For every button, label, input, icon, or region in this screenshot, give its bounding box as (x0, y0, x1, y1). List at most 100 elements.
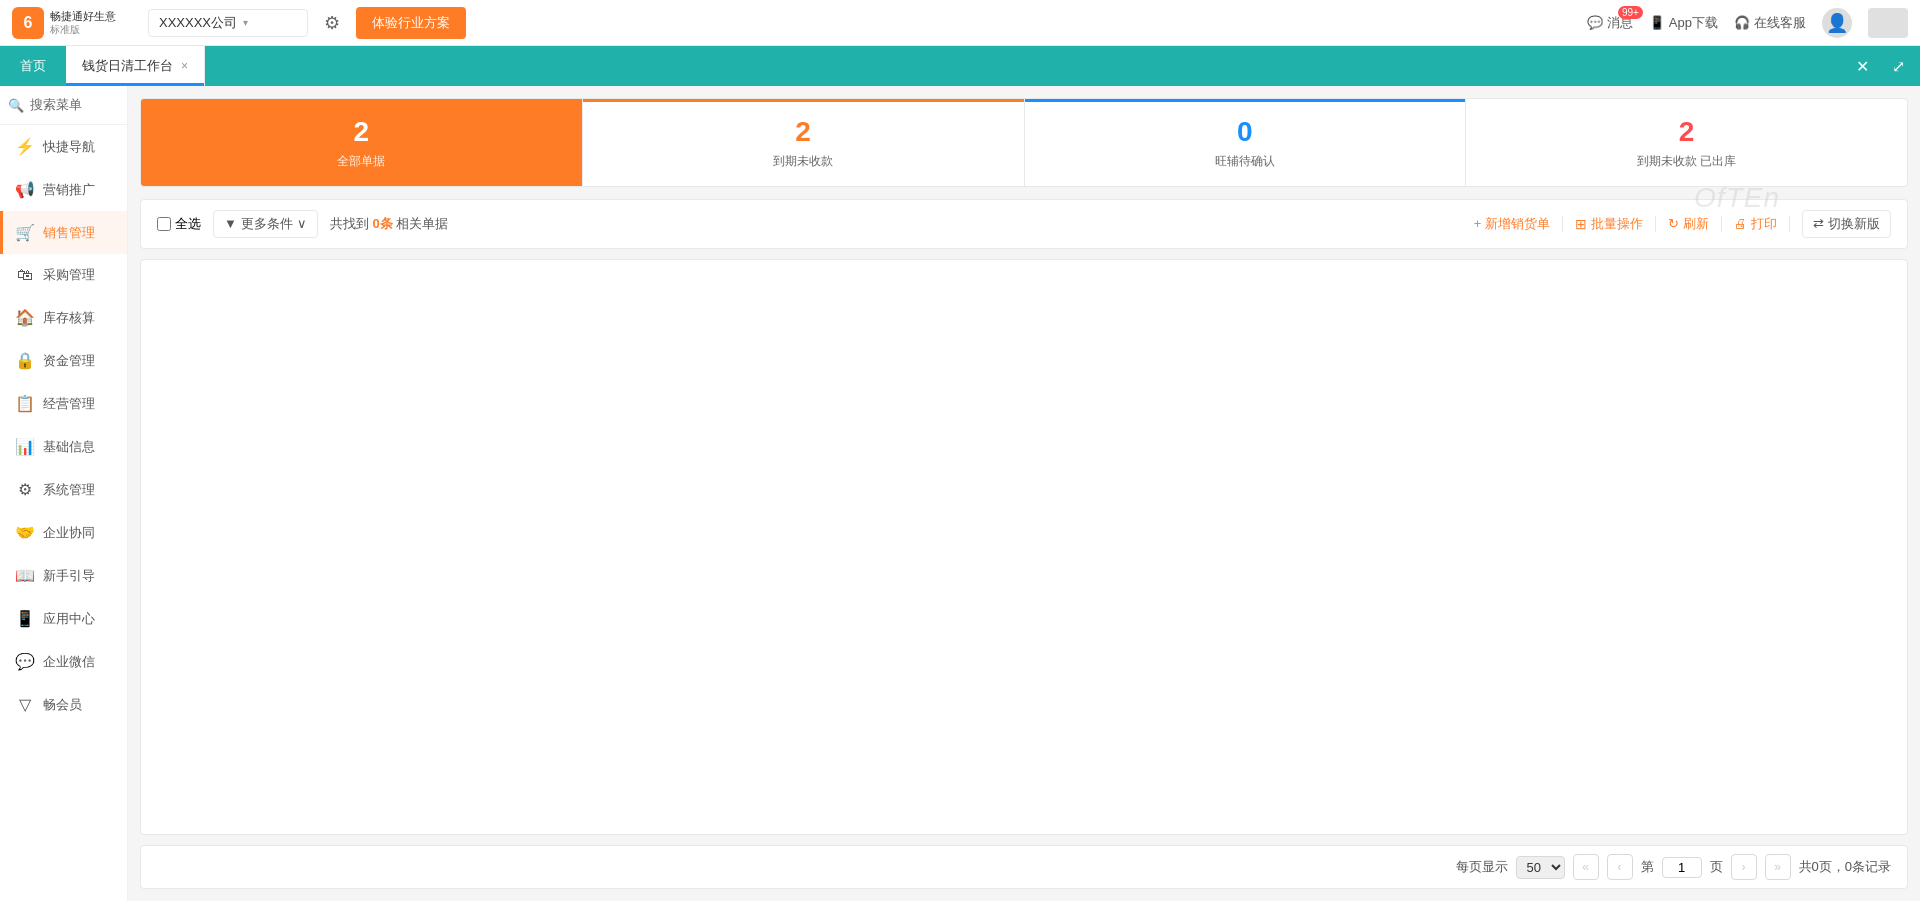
more-filter-button[interactable]: ▼ 更多条件 ∨ (213, 210, 318, 238)
user-name-area (1868, 8, 1908, 38)
batch-icon: ⊞ (1575, 216, 1587, 232)
sidebar-item-inventory[interactable]: 🏠 库存核算 (0, 296, 127, 339)
messages-badge: 99 (1618, 6, 1643, 19)
header-right: 💬 消息 99 📱 App下载 🎧 在线客服 👤 (1587, 8, 1908, 38)
stat-number-pending: 0 (1045, 115, 1446, 149)
avatar[interactable]: 👤 (1822, 8, 1852, 38)
stat-number-shipped: 2 (1486, 115, 1887, 149)
stat-card-all[interactable]: 2 全部单据 (141, 99, 583, 186)
wechat-icon: 💬 (15, 652, 35, 671)
guide-icon: 📖 (15, 566, 35, 585)
sidebar-item-basic-info[interactable]: 📊 基础信息 (0, 425, 127, 468)
quick-nav-icon: ⚡ (15, 137, 35, 156)
toolbar-right: + 新增销货单 ⊞ 批量操作 ↻ 刷新 🖨 打印 ⇄ (1474, 210, 1891, 238)
stat-label-overdue: 到期未收款 (603, 153, 1004, 170)
sales-icon: 🛒 (15, 223, 35, 242)
company-selector[interactable]: XXXXXX公司 ▾ (148, 9, 308, 37)
company-name: XXXXXX公司 (159, 14, 237, 32)
switch-icon: ⇄ (1813, 216, 1824, 231)
sidebar-item-member[interactable]: ▽ 畅会员 (0, 683, 127, 726)
last-page-button[interactable]: » (1765, 854, 1791, 880)
page-prefix-label: 第 (1641, 858, 1654, 876)
stat-card-pending[interactable]: 0 旺辅待确认 (1025, 99, 1467, 186)
sidebar-search[interactable]: 🔍 搜索菜单 (0, 86, 127, 125)
toolbar-left: 全选 ▼ 更多条件 ∨ 共找到 0条 相关单据 (157, 210, 448, 238)
filter-dropdown-icon: ∨ (297, 216, 307, 231)
per-page-label: 每页显示 (1456, 858, 1508, 876)
per-page-select[interactable]: 50 (1516, 856, 1565, 879)
message-icon: 💬 (1587, 15, 1603, 30)
sidebar-item-enterprise[interactable]: 🤝 企业协同 (0, 511, 127, 554)
print-icon: 🖨 (1734, 216, 1747, 231)
page-number-input[interactable] (1662, 857, 1702, 878)
sidebar-label: 资金管理 (43, 352, 95, 370)
settings-button[interactable]: ⚙ (316, 7, 348, 39)
found-text: 共找到 0条 相关单据 (330, 215, 448, 233)
sidebar-item-app-center[interactable]: 📱 应用中心 (0, 597, 127, 640)
tab-expand-button[interactable]: ⤢ (1884, 52, 1912, 80)
logo-icon: 6 (12, 7, 44, 39)
filter-label: 更多条件 (241, 215, 293, 233)
sidebar-item-wechat[interactable]: 💬 企业微信 (0, 640, 127, 683)
sidebar-label: 企业微信 (43, 653, 95, 671)
sidebar-item-quick-nav[interactable]: ⚡ 快捷导航 (0, 125, 127, 168)
top-header: 6 畅捷通好生意 标准版 XXXXXX公司 ▾ ⚙ 体验行业方案 💬 消息 99… (0, 0, 1920, 46)
stat-number-overdue: 2 (603, 115, 1004, 149)
member-icon: ▽ (15, 695, 35, 714)
user-icon: 👤 (1826, 12, 1848, 34)
sidebar-label: 企业协同 (43, 524, 95, 542)
app-download-label: App下载 (1669, 14, 1718, 32)
select-all-input[interactable] (157, 217, 171, 231)
experience-button[interactable]: 体验行业方案 (356, 7, 466, 39)
sidebar-item-sales[interactable]: 🛒 销售管理 (0, 211, 127, 254)
tab-bar: 首页 钱货日清工作台 × ✕ ⤢ (0, 46, 1920, 86)
sidebar-label: 营销推广 (43, 181, 95, 199)
app-center-icon: 📱 (15, 609, 35, 628)
online-service-button[interactable]: 🎧 在线客服 (1734, 14, 1806, 32)
messages-button[interactable]: 💬 消息 99 (1587, 14, 1633, 32)
logo-text: 畅捷通好生意 标准版 (50, 9, 116, 36)
refresh-icon: ↻ (1668, 216, 1679, 231)
prev-page-button[interactable]: ‹ (1607, 854, 1633, 880)
sidebar-item-purchase[interactable]: 🛍 采购管理 (0, 254, 127, 296)
app-download-button[interactable]: 📱 App下载 (1649, 14, 1718, 32)
next-page-button[interactable]: › (1731, 854, 1757, 880)
sidebar-label: 经营管理 (43, 395, 95, 413)
sidebar-item-finance[interactable]: 🔒 资金管理 (0, 339, 127, 382)
batch-operation-button[interactable]: ⊞ 批量操作 (1575, 215, 1643, 233)
select-all-checkbox[interactable]: 全选 (157, 215, 201, 233)
tab-close-button[interactable]: × (181, 59, 188, 73)
stats-row: 2 全部单据 2 到期未收款 0 旺辅待确认 2 到期未收款 已出库 (140, 98, 1908, 187)
add-sales-order-button[interactable]: + 新增销货单 (1474, 215, 1550, 233)
sidebar-label: 快捷导航 (43, 138, 95, 156)
sidebar-item-guide[interactable]: 📖 新手引导 (0, 554, 127, 597)
found-prefix: 共找到 (330, 216, 369, 231)
first-page-button[interactable]: « (1573, 854, 1599, 880)
marketing-icon: 📢 (15, 180, 35, 199)
found-suffix: 相关单据 (396, 216, 448, 231)
sidebar-item-marketing[interactable]: 📢 营销推广 (0, 168, 127, 211)
main-layout: 🔍 搜索菜单 ⚡ 快捷导航 📢 营销推广 🛒 销售管理 🛍 采购管理 🏠 库存核… (0, 86, 1920, 901)
download-icon: 📱 (1649, 15, 1665, 30)
search-icon: 🔍 (8, 98, 24, 113)
gear-icon: ⚙ (324, 12, 340, 34)
sidebar-label: 库存核算 (43, 309, 95, 327)
print-button[interactable]: 🖨 打印 (1734, 215, 1777, 233)
switch-new-version-button[interactable]: ⇄ 切换新版 (1802, 210, 1891, 238)
toolbar: 全选 ▼ 更多条件 ∨ 共找到 0条 相关单据 + 新增销货单 ⊞ 批 (140, 199, 1908, 249)
table-area (140, 259, 1908, 835)
sidebar-item-system[interactable]: ⚙ 系统管理 (0, 468, 127, 511)
tab-home[interactable]: 首页 (0, 46, 66, 86)
tab-close-all-button[interactable]: ✕ (1848, 52, 1876, 80)
sidebar-label: 新手引导 (43, 567, 95, 585)
refresh-button[interactable]: ↻ 刷新 (1668, 215, 1709, 233)
toolbar-divider-2 (1655, 216, 1656, 232)
stat-card-shipped[interactable]: 2 到期未收款 已出库 (1466, 99, 1907, 186)
toolbar-divider-4 (1789, 216, 1790, 232)
sidebar-item-operations[interactable]: 📋 经营管理 (0, 382, 127, 425)
system-icon: ⚙ (15, 480, 35, 499)
tab-work-station[interactable]: 钱货日清工作台 × (66, 46, 205, 86)
company-dropdown-arrow: ▾ (243, 17, 248, 28)
stat-card-overdue[interactable]: 2 到期未收款 (583, 99, 1025, 186)
sidebar-label: 系统管理 (43, 481, 95, 499)
